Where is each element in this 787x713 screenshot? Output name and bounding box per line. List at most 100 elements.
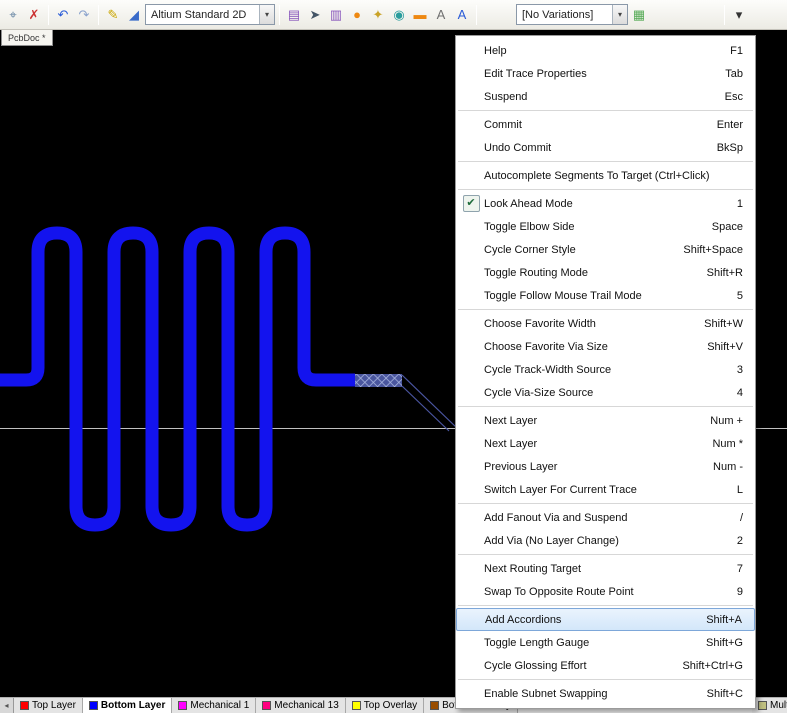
layer-tab-bottom-layer[interactable]: Bottom Layer bbox=[83, 698, 172, 713]
snap-grid-icon[interactable]: ⌖ bbox=[3, 4, 23, 26]
layer-tab-multi-layer[interactable]: Multi-Layer bbox=[752, 698, 787, 713]
menu-item-label: Toggle Follow Mouse Trail Mode bbox=[484, 290, 737, 302]
document-tab[interactable]: PcbDoc * bbox=[1, 30, 53, 46]
layer-tab-mechanical-13[interactable]: Mechanical 13 bbox=[256, 698, 345, 713]
ring-icon[interactable]: ◉ bbox=[389, 4, 409, 26]
menu-item-choose-favorite-width[interactable]: Choose Favorite WidthShift+W bbox=[456, 312, 755, 335]
menu-item-shortcut: 4 bbox=[737, 387, 753, 399]
layer-tab-top-overlay[interactable]: Top Overlay bbox=[346, 698, 424, 713]
layer-tab-top-layer[interactable]: Top Layer bbox=[14, 698, 83, 713]
layer-tab-label: Mechanical 1 bbox=[190, 700, 249, 711]
menu-item-label: Enable Subnet Swapping bbox=[484, 688, 707, 700]
menu-item-next-routing-target[interactable]: Next Routing Target7 bbox=[456, 557, 755, 580]
toolbar-overflow-icon[interactable]: ▾ bbox=[729, 4, 749, 26]
layer-tab-label: Top Layer bbox=[32, 700, 76, 711]
menu-item-label: Switch Layer For Current Trace bbox=[484, 484, 737, 496]
menu-item-shortcut: Shift+V bbox=[707, 341, 753, 353]
menu-separator bbox=[458, 189, 753, 190]
layer-tab-mechanical-1[interactable]: Mechanical 1 bbox=[172, 698, 256, 713]
menu-item-add-accordions[interactable]: Add AccordionsShift+A bbox=[456, 608, 755, 631]
variant-release-icon[interactable]: ▤ bbox=[284, 4, 304, 26]
menu-item-shortcut: 1 bbox=[737, 198, 753, 210]
menu-item-swap-to-opposite-route-point[interactable]: Swap To Opposite Route Point9 bbox=[456, 580, 755, 603]
menu-item-label: Look Ahead Mode bbox=[484, 198, 737, 210]
menu-item-cycle-glossing-effort[interactable]: Cycle Glossing EffortShift+Ctrl+G bbox=[456, 654, 755, 677]
menu-item-shortcut: Shift+Space bbox=[683, 244, 753, 256]
menu-item-undo-commit[interactable]: Undo CommitBkSp bbox=[456, 136, 755, 159]
redo-icon[interactable]: ↷ bbox=[74, 4, 94, 26]
altium-pcb-editor: ⌖✗↶↷✎◢Altium Standard 2D▾▤➤▥●✦◉▬AA[No Va… bbox=[0, 0, 787, 713]
menu-item-shortcut: Shift+W bbox=[704, 318, 753, 330]
menu-item-shortcut: Shift+R bbox=[707, 267, 753, 279]
menu-item-edit-trace-properties[interactable]: Edit Trace PropertiesTab bbox=[456, 62, 755, 85]
menu-item-label: Toggle Elbow Side bbox=[484, 221, 712, 233]
menu-item-label: Choose Favorite Via Size bbox=[484, 341, 707, 353]
menu-item-shortcut: Shift+Ctrl+G bbox=[682, 660, 753, 672]
lookahead-hatched-segment[interactable] bbox=[355, 374, 402, 387]
menu-item-switch-layer-for-current-trace[interactable]: Switch Layer For Current TraceL bbox=[456, 478, 755, 501]
filter-doc-icon[interactable]: ▥ bbox=[326, 4, 346, 26]
menu-item-previous-layer[interactable]: Previous LayerNum - bbox=[456, 455, 755, 478]
wand-icon[interactable]: ✎ bbox=[103, 4, 123, 26]
menu-item-label: Autocomplete Segments To Target (Ctrl+Cl… bbox=[484, 170, 743, 182]
menu-item-label: Add Fanout Via and Suspend bbox=[484, 512, 740, 524]
menu-item-toggle-follow-mouse-trail-mode[interactable]: Toggle Follow Mouse Trail Mode5 bbox=[456, 284, 755, 307]
menu-item-label: Help bbox=[484, 45, 730, 57]
menu-item-shortcut: 9 bbox=[737, 586, 753, 598]
measure-icon[interactable]: ◢ bbox=[124, 4, 144, 26]
menu-item-toggle-elbow-side[interactable]: Toggle Elbow SideSpace bbox=[456, 215, 755, 238]
menu-item-label: Add Accordions bbox=[485, 614, 706, 626]
menu-item-enable-subnet-swapping[interactable]: Enable Subnet SwappingShift+C bbox=[456, 682, 755, 705]
menu-item-label: Edit Trace Properties bbox=[484, 68, 725, 80]
view-configuration-combo[interactable]: Altium Standard 2D ▾ bbox=[145, 4, 275, 25]
menu-item-shortcut: 5 bbox=[737, 290, 753, 302]
board-icon[interactable]: ▦ bbox=[629, 4, 649, 26]
variations-combo[interactable]: [No Variations] ▾ bbox=[516, 4, 628, 25]
menu-item-autocomplete-segments-to-target-ctrl-click[interactable]: Autocomplete Segments To Target (Ctrl+Cl… bbox=[456, 164, 755, 187]
layer-color-swatch bbox=[352, 701, 361, 710]
menu-item-label: Toggle Routing Mode bbox=[484, 267, 707, 279]
chevron-down-icon[interactable]: ▾ bbox=[259, 5, 274, 24]
pad-icon[interactable]: ▬ bbox=[410, 4, 430, 26]
font-icon[interactable]: A bbox=[452, 4, 472, 26]
menu-separator bbox=[458, 161, 753, 162]
menu-item-shortcut: Tab bbox=[725, 68, 753, 80]
clear-filter-icon[interactable]: ✗ bbox=[24, 4, 44, 26]
view-configuration-combo-value: Altium Standard 2D bbox=[151, 9, 255, 21]
menu-item-shortcut: Shift+G bbox=[706, 637, 753, 649]
menu-item-shortcut: Shift+A bbox=[706, 614, 752, 626]
undo-icon[interactable]: ↶ bbox=[53, 4, 73, 26]
menu-item-label: Commit bbox=[484, 119, 717, 131]
layer-color-swatch bbox=[20, 701, 29, 710]
menu-item-cycle-track-width-source[interactable]: Cycle Track-Width Source3 bbox=[456, 358, 755, 381]
menu-item-cycle-via-size-source[interactable]: Cycle Via-Size Source4 bbox=[456, 381, 755, 404]
menu-item-add-via-no-layer-change[interactable]: Add Via (No Layer Change)2 bbox=[456, 529, 755, 552]
menu-item-label: Previous Layer bbox=[484, 461, 713, 473]
menu-item-choose-favorite-via-size[interactable]: Choose Favorite Via SizeShift+V bbox=[456, 335, 755, 358]
menu-item-shortcut: L bbox=[737, 484, 753, 496]
cursor-arrow-icon[interactable]: ➤ bbox=[305, 4, 325, 26]
menu-item-add-fanout-via-and-suspend[interactable]: Add Fanout Via and Suspend/ bbox=[456, 506, 755, 529]
menu-item-toggle-length-gauge[interactable]: Toggle Length GaugeShift+G bbox=[456, 631, 755, 654]
menu-item-commit[interactable]: CommitEnter bbox=[456, 113, 755, 136]
menu-separator bbox=[458, 679, 753, 680]
menu-item-help[interactable]: HelpF1 bbox=[456, 39, 755, 62]
menu-item-label: Next Layer bbox=[484, 415, 710, 427]
menu-item-next-layer[interactable]: Next LayerNum + bbox=[456, 409, 755, 432]
menu-item-suspend[interactable]: SuspendEsc bbox=[456, 85, 755, 108]
sphere-icon[interactable]: ● bbox=[347, 4, 367, 26]
chevron-down-icon[interactable]: ▾ bbox=[612, 5, 627, 24]
checkmark-icon: ✔ bbox=[458, 195, 484, 212]
key-icon[interactable]: ✦ bbox=[368, 4, 388, 26]
menu-item-label: Cycle Via-Size Source bbox=[484, 387, 737, 399]
variations-combo-value: [No Variations] bbox=[522, 9, 608, 21]
menu-item-look-ahead-mode[interactable]: ✔Look Ahead Mode1 bbox=[456, 192, 755, 215]
menu-item-cycle-corner-style[interactable]: Cycle Corner StyleShift+Space bbox=[456, 238, 755, 261]
menu-item-toggle-routing-mode[interactable]: Toggle Routing ModeShift+R bbox=[456, 261, 755, 284]
menu-item-next-layer[interactable]: Next LayerNum * bbox=[456, 432, 755, 455]
menu-separator bbox=[458, 503, 753, 504]
menu-item-shortcut: Enter bbox=[717, 119, 753, 131]
menu-item-shortcut: 7 bbox=[737, 563, 753, 575]
annotate-icon[interactable]: A bbox=[431, 4, 451, 26]
layer-scroll-button[interactable]: ◂ bbox=[0, 698, 14, 713]
